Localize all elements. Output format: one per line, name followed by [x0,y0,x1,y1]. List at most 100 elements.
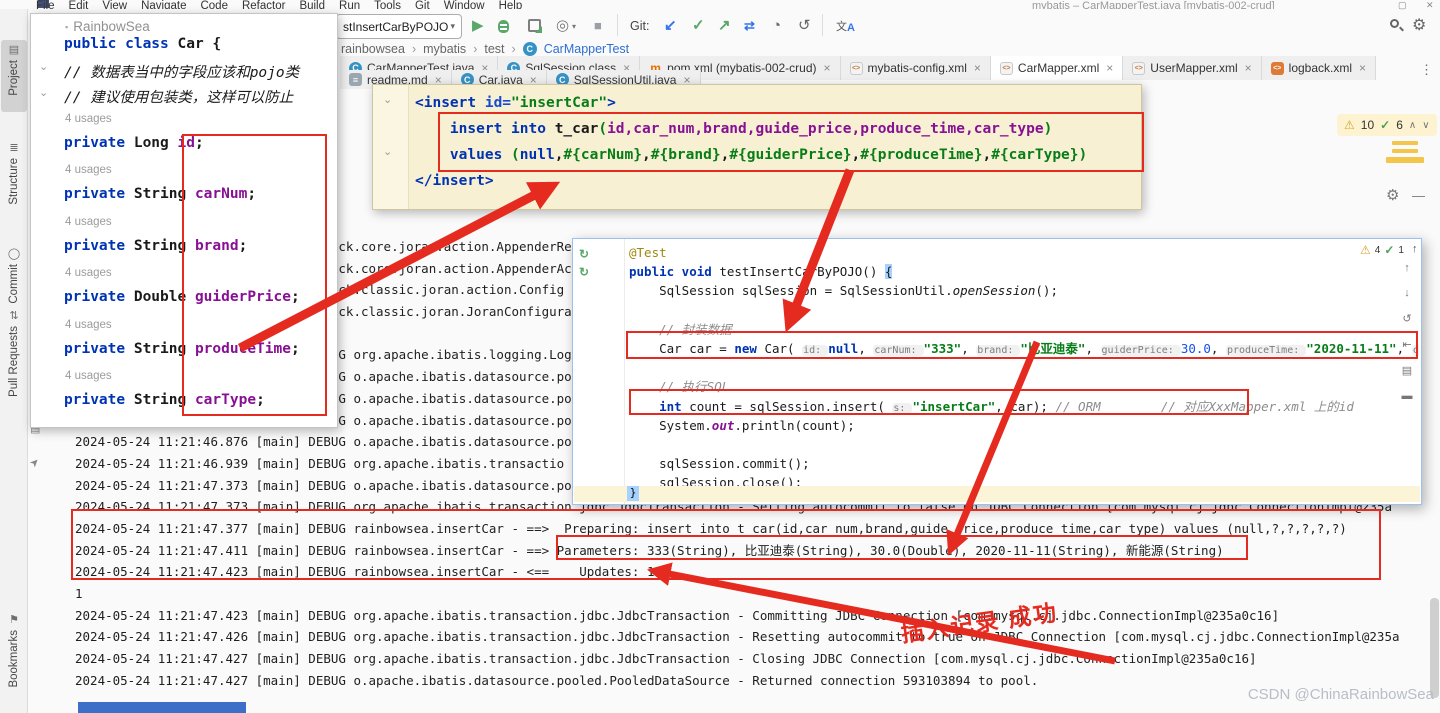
tab-label: UserMapper.xml [1150,61,1238,75]
settings-gear-icon[interactable]: ⚙ [1412,15,1426,35]
fold-icon[interactable]: ⌄ [383,93,392,106]
history-icon[interactable]: ◔ [772,17,781,35]
warning-count: 10 [1360,118,1375,132]
code-segment: private [64,392,134,408]
window-close-icon[interactable]: ✕ [1426,0,1434,11]
toolbar-divider [822,14,823,36]
usages-inlay[interactable]: 4 usages [65,370,112,382]
debug-button[interactable] [498,20,509,33]
run-button[interactable]: ▶ [472,17,484,35]
toolbar-icon[interactable]: ↓ [1400,287,1414,299]
menu-item[interactable]: Git [415,0,430,9]
usages-inlay[interactable]: 4 usages [65,267,112,279]
next-issue-icon[interactable]: ∨ [1422,120,1429,131]
sidebar-item-project[interactable]: ▤ Project [1,40,27,112]
sidebar-item-bookmarks[interactable]: ⚑ Bookmarks [1,610,27,694]
close-icon[interactable]: × [1106,61,1113,75]
menu-item[interactable]: Run [339,0,360,9]
menu-item[interactable]: Refactor [242,0,285,9]
fold-icon[interactable]: ⌄ [383,145,392,158]
menu-item[interactable]: Tools [374,0,401,9]
stop-button[interactable]: ■ [594,17,602,35]
code-segment: id= [476,95,512,111]
code-segment: SqlSession sqlSession = SqlSessionUtil. [629,283,953,299]
close-icon[interactable]: × [974,61,981,75]
run-test-gutter-icon[interactable]: ↻ [579,247,589,261]
close-icon[interactable]: × [1245,61,1252,75]
toolbar-icon[interactable]: ▬ [1400,390,1414,402]
usages-inlay[interactable]: 4 usages [65,113,112,125]
menu-item[interactable]: Edit [69,0,89,9]
popup-inspections-widget[interactable]: ⚠ 4 ✓ 1 [1360,243,1404,257]
inspections-widget[interactable]: ⚠ 10 ✓ 6 ∧ ∨ [1337,114,1437,136]
run-configuration-select[interactable]: stInsertCarByPOJO ▾ [336,14,462,39]
menu-item[interactable]: Window [444,0,485,9]
xml-file-icon [849,61,863,75]
minimize-icon[interactable]: — [1412,188,1425,203]
tab-CarMapper.xml[interactable]: CarMapper.xml × [990,56,1124,80]
warning-icon: ⚠ [1344,118,1355,132]
closing-brace-highlight: } [627,486,639,501]
scrollbar-thumb[interactable] [1430,598,1439,698]
toolbar-icon[interactable]: ↺ [1400,312,1414,325]
code-line: sqlSession.commit(); [629,454,1419,473]
close-icon[interactable]: × [1359,61,1366,75]
fold-icon[interactable]: ⌄ [39,86,48,99]
author-inlay[interactable]: ▪ RainbowSea [65,19,150,34]
menu-item[interactable]: Code [200,0,228,9]
toolbar-icon[interactable]: ↑ [1400,262,1414,274]
run-with-coverage-button[interactable] [528,19,542,33]
prev-issue-icon[interactable]: ∧ [1409,120,1416,131]
sidebar-item-structure[interactable]: ≣ Structure [1,138,27,216]
sidebar-item-label: Structure [8,158,20,205]
code-comment: // 数据表当中的字段应该和pojo类 [64,65,300,81]
usages-inlay[interactable]: 4 usages [65,216,112,228]
weak-warning-count: 6 [1396,118,1403,132]
breadcrumb-item[interactable]: mybatis [423,42,466,56]
class-icon: C [522,42,537,56]
tab-logback.xml[interactable]: logback.xml × [1261,56,1377,80]
sidebar-item-commit[interactable]: ◯ Commit [1,244,27,308]
breadcrumb-target[interactable]: CarMapperTest [544,42,629,56]
profiler-caret-icon[interactable]: ▾ [572,22,576,31]
close-icon[interactable]: × [824,61,831,75]
tab-mybatis-config.xml[interactable]: mybatis-config.xml × [840,56,991,80]
code-segment: testInsertCarByPOJO() [719,264,885,280]
more-tabs-icon[interactable]: ⋮ [1420,62,1433,78]
code-segment: </insert> [415,173,494,189]
toolbar-icon[interactable]: ▤ [1400,364,1414,377]
breadcrumb-item[interactable]: rainbowsea [341,42,405,56]
usages-inlay[interactable]: 4 usages [65,164,112,176]
xml-file-icon [999,61,1013,75]
watermark: CSDN @ChinaRainbowSea [1247,686,1434,703]
menu-item[interactable]: View [102,0,127,9]
menu-item[interactable]: Build [299,0,325,9]
git-commit-icon[interactable]: ✓ [692,17,705,35]
usages-inlay[interactable]: 4 usages [65,319,112,331]
search-icon[interactable] [1390,19,1399,28]
menu-item[interactable]: Help [499,0,523,9]
tab-UserMapper.xml[interactable]: UserMapper.xml × [1123,56,1262,80]
run-test-gutter-icon[interactable]: ↻ [579,265,589,279]
fold-icon[interactable]: ⌄ [39,60,48,73]
menu-item[interactable]: Navigate [141,0,186,9]
tool-window-stripe: ▤ Project ≣ Structure ◯ Commit ⇅ Pull Re… [0,9,28,713]
profiler-button[interactable]: ◎ [556,17,569,35]
console-settings-gear-icon[interactable]: ⚙ [1386,186,1399,204]
test-code[interactable]: @Test public void testInsertCarByPOJO() … [629,243,1419,504]
tab-label: mybatis-config.xml [867,61,967,75]
git-update-icon[interactable]: ↙ [664,17,677,35]
translate-icon[interactable]: 文 [836,18,847,34]
menu-item[interactable]: File [36,0,55,9]
translate-icon-a[interactable]: A [847,22,855,34]
sidebar-item-pull-requests[interactable]: ⇅ Pull Requests [1,306,27,402]
console-line: 2024-05-24 11:21:47.423 [main] DEBUG org… [75,607,1280,623]
breadcrumb-item[interactable]: test [484,42,504,56]
rollback-icon[interactable]: ↺ [798,17,811,35]
git-push-icon[interactable]: ↗ [718,17,731,35]
pin-icon[interactable]: ➤ [27,455,42,470]
window-minimize-icon[interactable]: ▢ [1398,0,1407,11]
editor-gutter: ↻ ↻ [573,239,625,504]
git-sync-icon[interactable]: ⇄ [744,17,755,35]
scroll-top-icon[interactable]: ↑ [1412,243,1418,255]
